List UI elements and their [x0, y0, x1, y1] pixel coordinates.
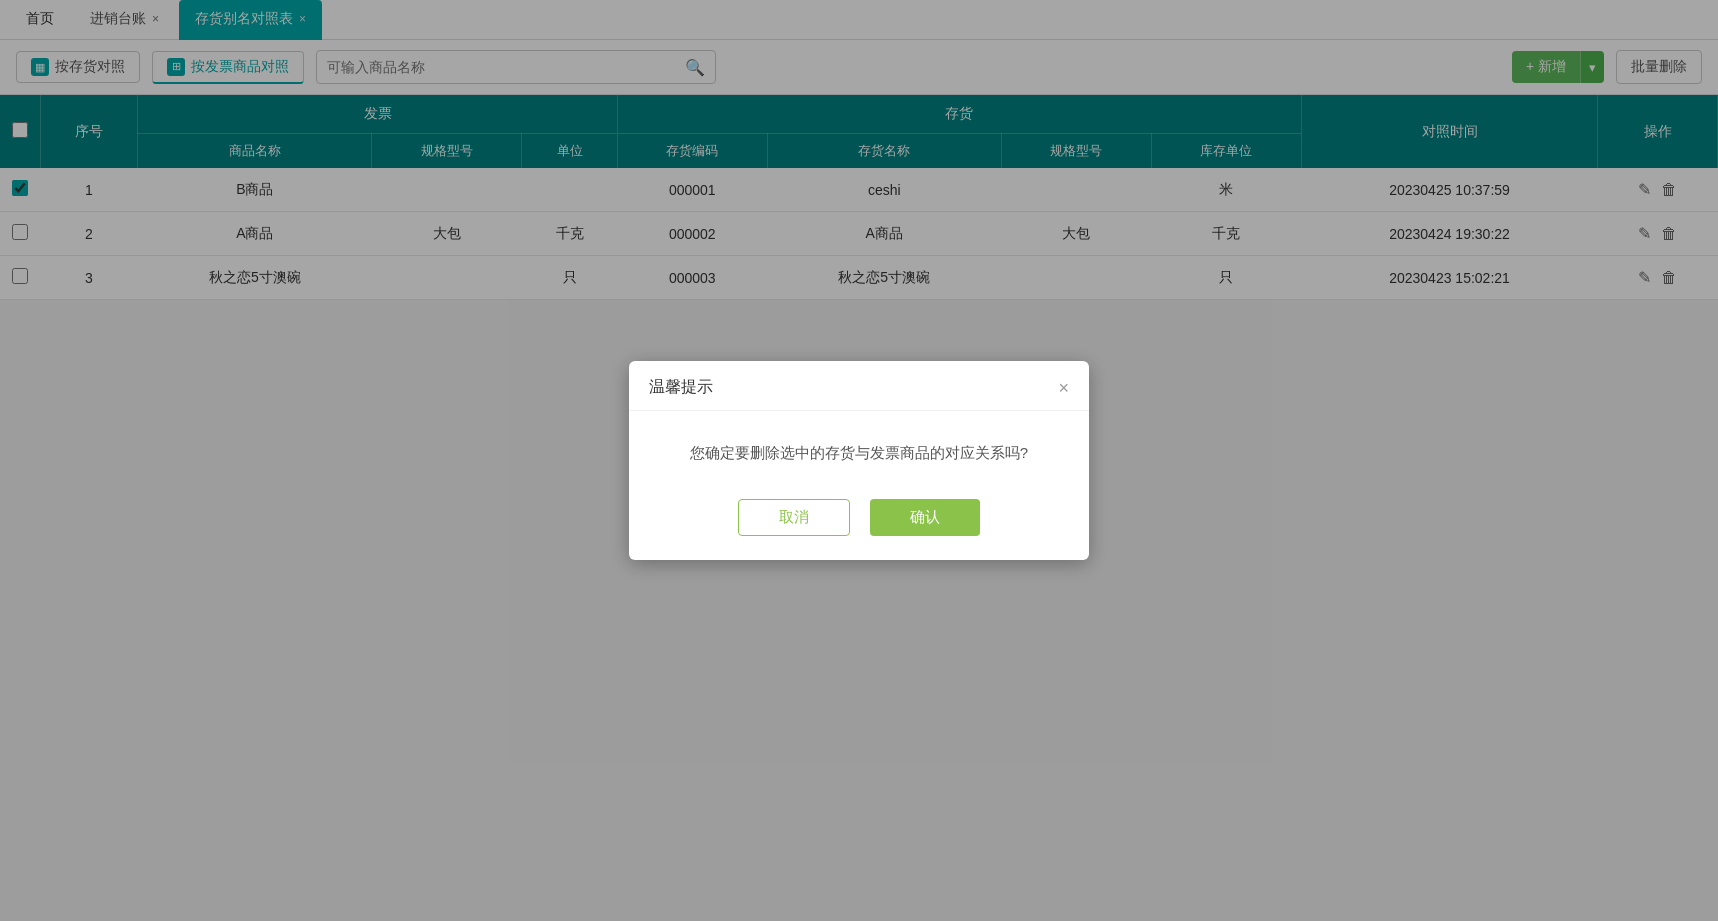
modal-overlay: 温馨提示 × 您确定要删除选中的存货与发票商品的对应关系吗? 取消 确认: [0, 0, 1718, 300]
